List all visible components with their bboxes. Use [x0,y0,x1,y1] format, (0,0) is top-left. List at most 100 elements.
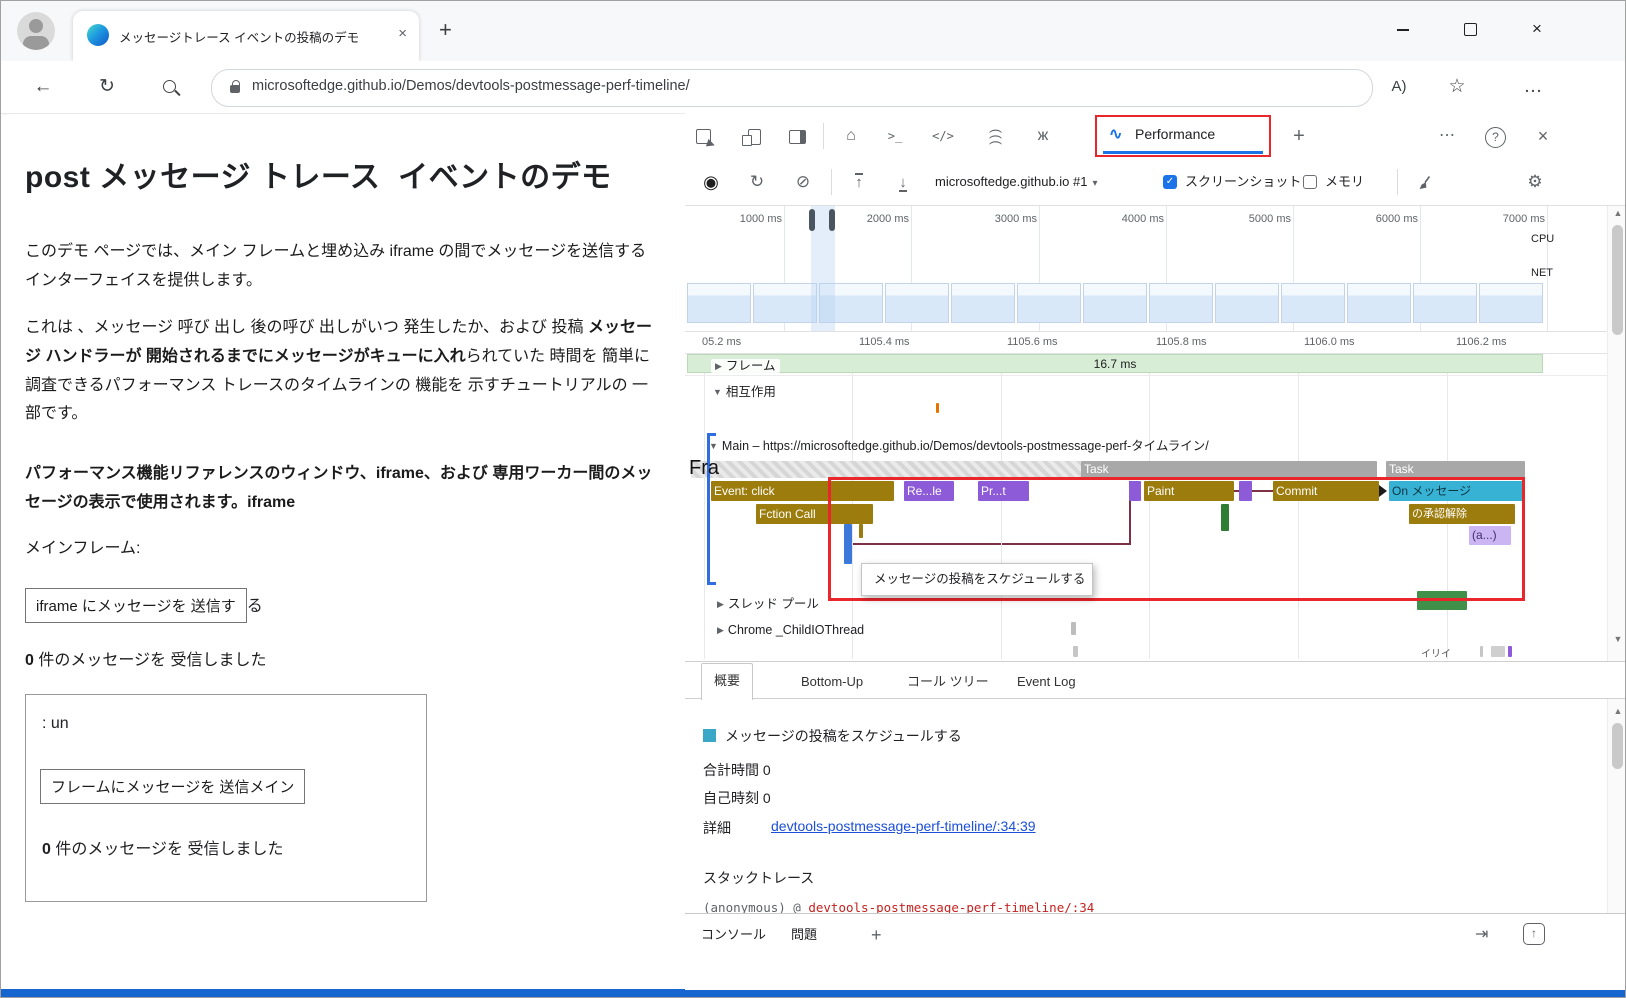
flame-bar[interactable]: Task [1081,461,1377,478]
memory-checkbox[interactable] [1303,175,1317,189]
screenshot-thumbnail[interactable] [1149,283,1213,323]
screenshot-thumbnail[interactable] [1479,283,1543,323]
bug-tab-icon[interactable]: ж [1025,113,1061,159]
track-main[interactable]: ▼Main – https://microsoftedge.github.io/… [709,435,1209,454]
screenshot-thumbnail[interactable] [885,283,949,323]
summary-scrollbar[interactable]: ▲ [1607,699,1626,913]
drawer-tab-issues[interactable]: 問題 [791,920,817,950]
flame-bar[interactable] [1491,646,1505,657]
scroll-up-icon[interactable]: ▲ [1608,205,1626,221]
maximize-icon [1464,23,1477,36]
more-menu-icon[interactable]: … [1513,61,1553,113]
refresh-button[interactable]: ↻ [87,61,127,113]
screenshot-thumbnail[interactable] [1017,283,1081,323]
divider [685,375,1607,376]
address-bar[interactable]: microsoftedge.github.io/Demos/devtools-p… [211,69,1373,107]
tab-call-tree[interactable]: コール ツリー [895,667,1001,697]
search-icon[interactable] [163,80,176,93]
more-tools-icon[interactable]: ⋯ [1429,113,1465,159]
target-selector[interactable]: microsoftedge.github.io #1▾ [935,159,1098,205]
timeline-scrollbar[interactable]: ▲ ▼ [1607,205,1626,661]
detail-tick-label: 1105.8 ms [1156,336,1207,348]
tab-performance[interactable]: ∿ Performance [1095,115,1271,157]
screenshot-thumbnail[interactable] [1281,283,1345,323]
flame-bar[interactable]: Task [1386,461,1525,478]
chevron-right-icon: ▶ [717,599,724,609]
upload-profile-icon[interactable]: ↑ [841,159,877,205]
tab-event-log[interactable]: Event Log [1005,667,1088,697]
clear-recording-button[interactable]: ⊘ [785,159,821,205]
overview-tick-label: 2000 ms [853,213,909,225]
screenshot-thumbnail[interactable] [753,283,817,323]
flame-bar[interactable] [1480,646,1483,657]
download-profile-icon[interactable]: ↓ [885,159,921,205]
track-frames[interactable]: ▶フレーム [711,355,780,374]
tab-close-icon[interactable]: × [398,25,407,42]
add-tab-icon[interactable]: + [1281,113,1317,159]
help-icon[interactable]: ? [1485,127,1506,148]
track-chrome-childio[interactable]: ▶Chrome _ChildIOThread [717,623,864,637]
drawer-add-icon[interactable]: + [871,920,882,950]
chevron-down-icon: ▾ [1092,178,1097,189]
send-message-button[interactable]: iframe にメッセージを 送信す [25,588,247,623]
gear-icon[interactable]: ⚙ [1517,159,1553,205]
scroll-down-icon[interactable]: ▼ [1608,631,1626,647]
drawer-tab-console[interactable]: コンソール [701,920,766,950]
screenshot-thumbnail[interactable] [951,283,1015,323]
dock-drawer-icon[interactable]: ⇥ [1475,920,1488,950]
clear-icon[interactable] [1407,159,1443,205]
devtools-panel: ⌂ >_ </> ))) ж ∿ Performance + ⋯ ? × ◉ ↻… [685,113,1626,989]
flame-bar[interactable] [1071,622,1076,635]
dock-side-icon[interactable] [789,130,806,144]
reload-and-record-button[interactable]: ↻ [739,159,775,205]
track-thread-pool[interactable]: ▶スレッド プール [717,593,819,612]
details-source-link[interactable]: devtools-postmessage-perf-timeline/:34:3… [771,818,1036,834]
back-button[interactable]: ← [23,61,63,113]
chevron-down-icon: ▼ [709,441,718,451]
flame-bar[interactable] [1508,646,1512,657]
url-text[interactable]: microsoftedge.github.io/Demos/devtools-p… [252,78,690,94]
screenshot-thumbnail[interactable] [1347,283,1411,323]
record-button[interactable]: ◉ [693,159,729,205]
maximize-button[interactable] [1446,9,1494,49]
screenshots-checkbox[interactable]: ✓ [1163,175,1177,189]
net-label: NET [1531,267,1553,279]
favorite-star-icon[interactable]: ☆ [1437,61,1477,113]
selection-handle-right[interactable] [829,209,835,231]
flame-bar[interactable] [691,461,1081,478]
minimize-button[interactable] [1379,9,1427,49]
scroll-up-icon[interactable]: ▲ [1608,703,1626,719]
window-close-button[interactable]: × [1513,9,1561,49]
read-aloud-icon[interactable]: A) [1379,61,1419,113]
console-tab-icon[interactable]: >_ [877,113,913,159]
stack-trace-entry[interactable]: (anonymous) @ devtools-postmessage-perf-… [703,900,1094,913]
selection-handle-left[interactable] [809,209,815,231]
export-icon[interactable]: ↑ [1523,923,1545,945]
summary-tabbar: 概要 Bottom-Up コール ツリー Event Log [685,662,1626,699]
screenshot-thumbnail[interactable] [1215,283,1279,323]
flame-bar[interactable] [1073,646,1078,657]
track-interactions[interactable]: ▼相互作用 [713,381,776,400]
inspect-element-icon[interactable] [696,129,711,144]
sources-tab-icon[interactable]: </> [925,113,961,159]
titlebar: メッセージトレース イベントの投稿のデモ × + × [1,1,1625,61]
screenshot-thumbnail[interactable] [1413,283,1477,323]
profile-avatar[interactable] [17,12,55,50]
iframe-send-button[interactable]: フレームにメッセージを 送信メイン [40,769,305,804]
network-tab-icon[interactable]: ))) [977,113,1013,159]
new-tab-button[interactable]: + [439,17,452,43]
device-emulation-icon[interactable] [748,129,761,145]
screenshot-thumbnail[interactable] [1083,283,1147,323]
tab-bottom-up[interactable]: Bottom-Up [789,667,875,697]
tab-summary[interactable]: 概要 [701,663,753,700]
flame-bar[interactable] [936,403,939,413]
home-tab-icon[interactable]: ⌂ [833,113,869,159]
browser-tab[interactable]: メッセージトレース イベントの投稿のデモ × [73,11,419,61]
details-label: 詳細 [703,818,731,838]
screenshot-thumbnail[interactable] [687,283,751,323]
detail-tick-label: 1106.0 ms [1304,336,1355,348]
scrollbar-thumb[interactable] [1612,723,1623,769]
detail-tick-label: 05.2 ms [702,336,741,348]
devtools-close-icon[interactable]: × [1525,113,1561,159]
scrollbar-thumb[interactable] [1612,225,1623,335]
